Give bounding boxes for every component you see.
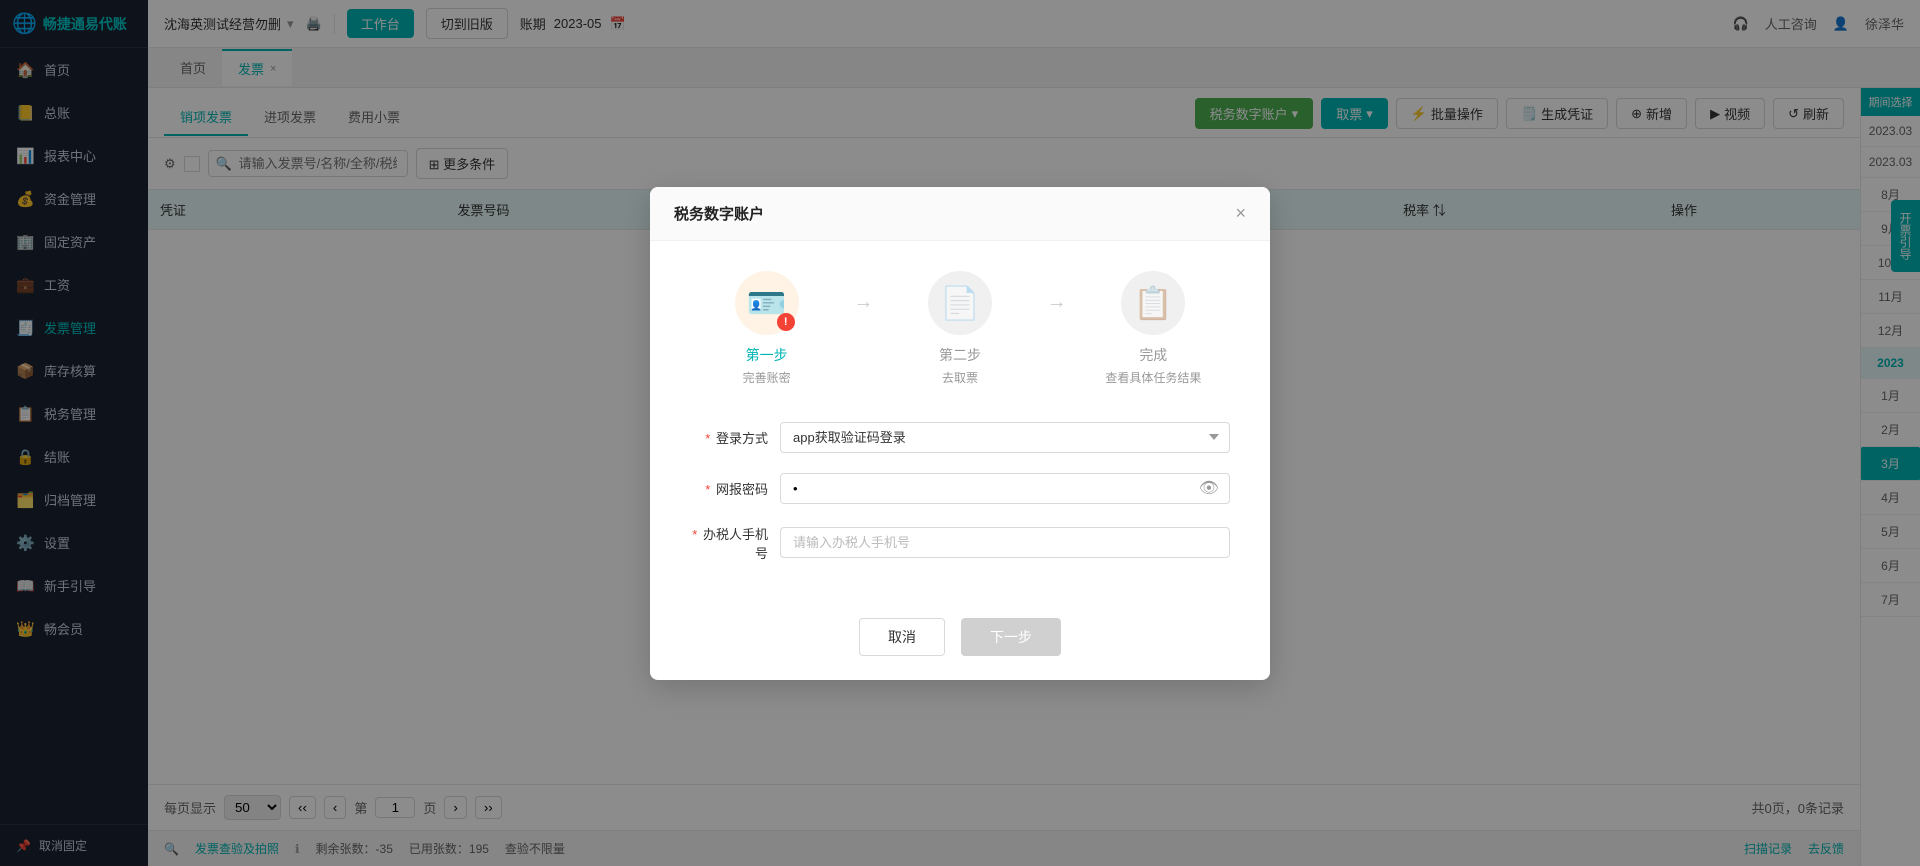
step-1: 🪪 ! 第一步 完善账密 bbox=[690, 271, 843, 386]
password-label-text: 网报密码 bbox=[716, 482, 768, 497]
step-3: 📋 完成 查看具体任务结果 bbox=[1077, 271, 1230, 386]
step2-sub: 去取票 bbox=[942, 369, 978, 386]
login-method-control: app获取验证码登录 密码登录 bbox=[780, 422, 1230, 453]
step3-sub: 查看具体任务结果 bbox=[1105, 369, 1201, 386]
required-mark-3: * bbox=[692, 527, 697, 542]
step3-icon-wrap: 📋 bbox=[1121, 271, 1185, 335]
login-method-label: * 登录方式 bbox=[690, 428, 780, 447]
phone-label: * 办税人手机号 bbox=[690, 524, 780, 562]
modal-header: 税务数字账户 × bbox=[650, 187, 1270, 241]
login-method-label-text: 登录方式 bbox=[716, 431, 768, 446]
arrow-1-2: → bbox=[843, 271, 883, 314]
step3-icon: 📋 bbox=[1133, 284, 1173, 322]
step2-icon: 📄 bbox=[940, 284, 980, 322]
phone-input[interactable] bbox=[780, 527, 1230, 558]
next-step-btn[interactable]: 下一步 bbox=[961, 618, 1061, 656]
step2-icon-wrap: 📄 bbox=[928, 271, 992, 335]
login-method-select[interactable]: app获取验证码登录 密码登录 bbox=[780, 422, 1230, 453]
step1-badge: ! bbox=[777, 313, 795, 331]
modal-overlay[interactable]: 税务数字账户 × 🪪 ! 第一步 完善账密 → bbox=[0, 0, 1920, 866]
eye-toggle-icon[interactable]: 👁 bbox=[1189, 478, 1229, 498]
step3-title: 完成 bbox=[1139, 345, 1167, 365]
modal-close-btn[interactable]: × bbox=[1235, 204, 1246, 222]
modal-dialog: 税务数字账户 × 🪪 ! 第一步 完善账密 → bbox=[650, 187, 1270, 680]
required-mark: * bbox=[705, 431, 710, 446]
password-input-wrap: 👁 bbox=[780, 473, 1230, 504]
password-label: * 网报密码 bbox=[690, 479, 780, 498]
password-input[interactable] bbox=[781, 474, 1189, 503]
cancel-btn[interactable]: 取消 bbox=[859, 618, 945, 656]
required-mark-2: * bbox=[705, 482, 710, 497]
step1-sub: 完善账密 bbox=[743, 369, 791, 386]
phone-row: * 办税人手机号 bbox=[690, 524, 1230, 562]
steps: 🪪 ! 第一步 完善账密 → 📄 第二步 去取票 → bbox=[690, 271, 1230, 386]
phone-control bbox=[780, 527, 1230, 558]
modal-body: 🪪 ! 第一步 完善账密 → 📄 第二步 去取票 → bbox=[650, 241, 1270, 602]
password-row: * 网报密码 👁 bbox=[690, 473, 1230, 504]
arrow-2-3: → bbox=[1037, 271, 1077, 314]
step-2: 📄 第二步 去取票 bbox=[883, 271, 1036, 386]
modal-footer: 取消 下一步 bbox=[650, 602, 1270, 680]
password-control: 👁 bbox=[780, 473, 1230, 504]
step1-icon-wrap: 🪪 ! bbox=[735, 271, 799, 335]
modal-title: 税务数字账户 bbox=[674, 203, 764, 224]
step1-title: 第一步 bbox=[746, 345, 788, 365]
login-method-row: * 登录方式 app获取验证码登录 密码登录 bbox=[690, 422, 1230, 453]
phone-label-text: 办税人手机号 bbox=[703, 527, 768, 561]
step2-title: 第二步 bbox=[939, 345, 981, 365]
